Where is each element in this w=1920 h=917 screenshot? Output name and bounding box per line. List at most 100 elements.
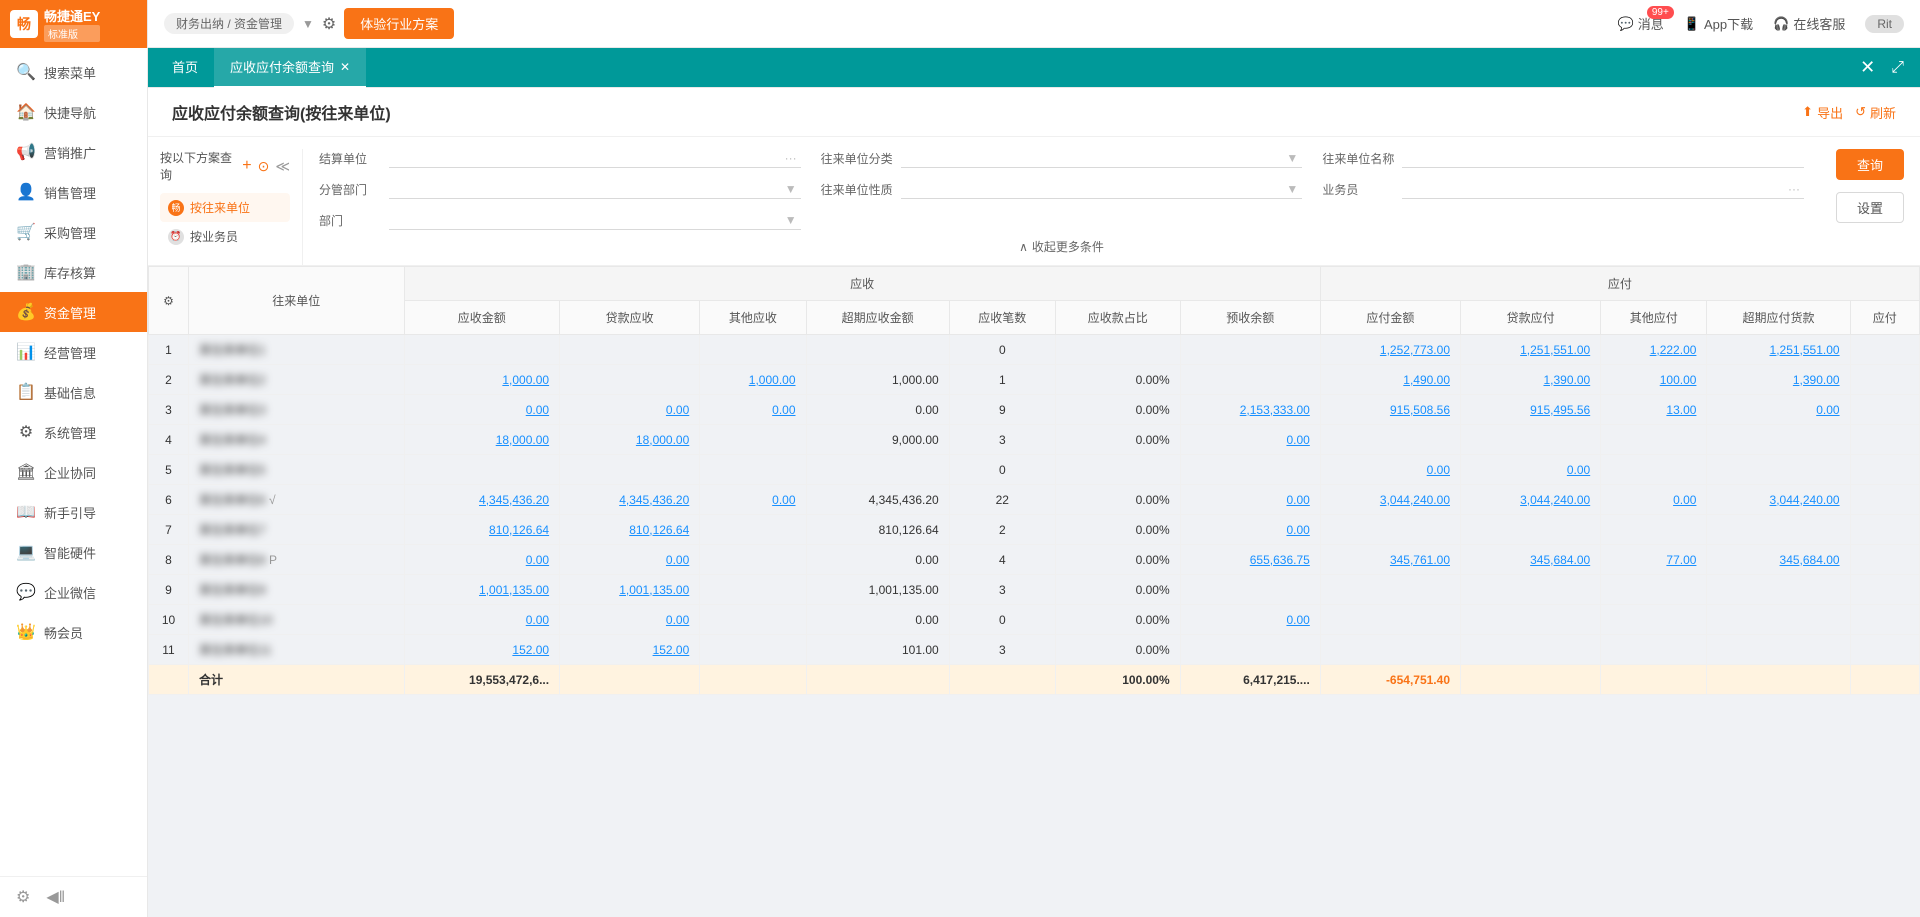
member-icon: 👑 xyxy=(16,622,36,642)
field-unit-type-input[interactable]: ▼ xyxy=(901,149,1303,168)
sidebar-collapse-btn[interactable]: ◀‖ xyxy=(46,887,65,907)
field-dept-caret[interactable]: ▼ xyxy=(785,182,797,196)
summary-ar-amt: 19,553,472,6... xyxy=(404,665,560,695)
app-icon: 📱 xyxy=(1684,16,1700,32)
window-expand-icon[interactable]: ⤢ xyxy=(1883,59,1912,77)
field-department-input[interactable]: ▼ xyxy=(389,211,801,230)
field-dept-input[interactable]: ▼ xyxy=(389,180,801,199)
finance-icon: 💰 xyxy=(16,302,36,322)
topbar-user[interactable]: Rit xyxy=(1865,15,1904,33)
field-unit-nature-caret[interactable]: ▼ xyxy=(1286,182,1298,196)
summary-row: 合计 19,553,472,6... 100.00% 6,417,215....… xyxy=(149,665,1920,695)
filter-field-unit-type: 往来单位分类 ▼ xyxy=(821,149,1303,168)
page-header: 应收应付余额查询(按往来单位) ⬆ 导出 ↺ 刷新 xyxy=(148,88,1920,137)
refresh-button[interactable]: ↺ 刷新 xyxy=(1855,103,1896,122)
export-button[interactable]: ⬆ 导出 xyxy=(1802,103,1843,122)
sidebar-item-corp[interactable]: 🏛 企业协同 xyxy=(0,452,147,492)
sidebar-item-sales[interactable]: 👤 销售管理 xyxy=(0,172,147,212)
col-group-receivable: 应收 xyxy=(404,267,1320,301)
field-settlement-input[interactable]: ··· xyxy=(389,149,801,168)
logo-tag: 标准版 xyxy=(44,25,100,42)
sidebar-item-search[interactable]: 🔍 搜索菜单 xyxy=(0,52,147,92)
sidebar-item-basic[interactable]: 📋 基础信息 xyxy=(0,372,147,412)
table-row: 5某往来单位500.000.00 xyxy=(149,455,1920,485)
filter-field-department: 部门 ▼ xyxy=(319,211,801,230)
tab-receivable[interactable]: 应收应付余额查询 ✕ xyxy=(214,48,366,88)
filter-settings-icon[interactable]: ⊙ xyxy=(258,158,270,175)
field-label-unit-type: 往来单位分类 xyxy=(821,150,901,167)
col-settings[interactable]: ⚙ xyxy=(149,267,189,335)
table-row: 1某往来单位101,252,773.001,251,551.001,222.00… xyxy=(149,335,1920,365)
table-row: 9某往来单位91,001,135.001,001,135.001,001,135… xyxy=(149,575,1920,605)
table-row: 11某往来单位11152.00152.00101.0030.00% xyxy=(149,635,1920,665)
service-label: 在线客服 xyxy=(1793,14,1845,33)
sidebar-label-search: 搜索菜单 xyxy=(44,63,96,82)
sidebar-item-operation[interactable]: 📊 经营管理 xyxy=(0,332,147,372)
query-button[interactable]: 查询 xyxy=(1836,149,1904,180)
inventory-icon: 🏢 xyxy=(16,262,36,282)
filter-collapse-icon[interactable]: ≪ xyxy=(275,158,290,175)
sidebar-item-hardware[interactable]: 💻 智能硬件 xyxy=(0,532,147,572)
filter-collapse-btn[interactable]: ∧ 收起更多条件 xyxy=(1019,238,1104,255)
tabs-bar: 首页 应收应付余额查询 ✕ ✕ ⤢ xyxy=(148,48,1920,88)
sidebar-settings-btn[interactable]: ⚙ xyxy=(16,887,30,907)
field-unit-name-input[interactable] xyxy=(1402,149,1804,168)
sidebar-label-wechat: 企业微信 xyxy=(44,583,96,602)
table-row: 6某往来单位6 √4,345,436.204,345,436.200.004,3… xyxy=(149,485,1920,515)
filter-add-icon[interactable]: + xyxy=(242,157,251,175)
col-ap-amt: 应付金额 xyxy=(1320,301,1460,335)
sidebar-item-purchase[interactable]: 🛒 采购管理 xyxy=(0,212,147,252)
scheme-unit-label: 按往来单位 xyxy=(190,199,250,216)
sidebar-label-basic: 基础信息 xyxy=(44,383,96,402)
sidebar-item-member[interactable]: 👑 畅会员 xyxy=(0,612,147,652)
table-row: 10某往来单位100.000.000.0000.00%0.00 xyxy=(149,605,1920,635)
tab-receivable-label: 应收应付余额查询 xyxy=(230,57,334,76)
tab-home[interactable]: 首页 xyxy=(156,48,214,88)
table-settings-icon[interactable]: ⚙ xyxy=(163,294,174,308)
field-unit-nature-input[interactable]: ▼ xyxy=(901,180,1303,199)
topbar-service-btn[interactable]: 🎧 在线客服 xyxy=(1773,14,1845,33)
settings-button[interactable]: 设置 xyxy=(1836,192,1904,223)
logo-icon: 畅 xyxy=(10,10,38,38)
sidebar-label-inventory: 库存核算 xyxy=(44,263,96,282)
sidebar-item-marketing[interactable]: 📢 营销推广 xyxy=(0,132,147,172)
field-unit-type-caret[interactable]: ▼ xyxy=(1286,151,1298,165)
scheme-staff-icon: ⏰ xyxy=(168,229,184,245)
field-department-caret[interactable]: ▼ xyxy=(785,213,797,227)
purchase-icon: 🛒 xyxy=(16,222,36,242)
col-ap-extra: 应付 xyxy=(1850,301,1919,335)
app-label: App下载 xyxy=(1704,14,1753,33)
scheme-by-unit[interactable]: 畅 按往来单位 xyxy=(160,193,290,222)
sidebar-item-wechat[interactable]: 💬 企业微信 xyxy=(0,572,147,612)
sidebar-item-inventory[interactable]: 🏢 库存核算 xyxy=(0,252,147,292)
summary-ap-extra xyxy=(1850,665,1919,695)
unit-name-text-input[interactable] xyxy=(1406,151,1800,165)
scheme-by-staff[interactable]: ⏰ 按业务员 xyxy=(160,222,290,251)
sidebar-item-quicknav[interactable]: 🏠 快捷导航 xyxy=(0,92,147,132)
field-salesperson-input[interactable]: ··· xyxy=(1402,180,1804,199)
solution-button[interactable]: 体验行业方案 xyxy=(344,8,454,39)
summary-ap-overdue xyxy=(1707,665,1850,695)
sidebar-label-purchase: 采购管理 xyxy=(44,223,96,242)
sidebar-label-guide: 新手引导 xyxy=(44,503,96,522)
topbar-gear-icon[interactable]: ⚙ xyxy=(322,14,336,34)
summary-ap-other xyxy=(1601,665,1707,695)
sidebar-logo: 畅 畅捷通EY 标准版 xyxy=(0,0,147,48)
logo-text: 畅捷通EY xyxy=(44,6,100,25)
tab-close-icon[interactable]: ✕ xyxy=(340,60,350,74)
sidebar-item-finance[interactable]: 💰 资金管理 xyxy=(0,292,147,332)
sidebar-item-guide[interactable]: 📖 新手引导 xyxy=(0,492,147,532)
window-close-icon[interactable]: ✕ xyxy=(1852,57,1883,78)
sidebar-item-system[interactable]: ⚙ 系统管理 xyxy=(0,412,147,452)
topbar-app-btn[interactable]: 📱 App下载 xyxy=(1684,14,1753,33)
table-container[interactable]: ⚙ 往来单位 应收 应付 应收金额 贷款应收 其他应收 超期应收金额 应收笔数 xyxy=(148,266,1920,917)
topbar-message-btn[interactable]: 💬 消息 99+ xyxy=(1618,14,1664,33)
scheme-unit-icon: 畅 xyxy=(168,200,184,216)
table-row: 8某往来单位8 P0.000.000.0040.00%655,636.75345… xyxy=(149,545,1920,575)
field-label-department: 部门 xyxy=(319,212,389,229)
sidebar-label-system: 系统管理 xyxy=(44,423,96,442)
summary-ar-other xyxy=(700,665,806,695)
breadcrumb-chevron-icon[interactable]: ▼ xyxy=(302,17,314,31)
field-salesperson-dots[interactable]: ··· xyxy=(1788,182,1800,196)
field-settlement-dots[interactable]: ··· xyxy=(785,151,797,165)
